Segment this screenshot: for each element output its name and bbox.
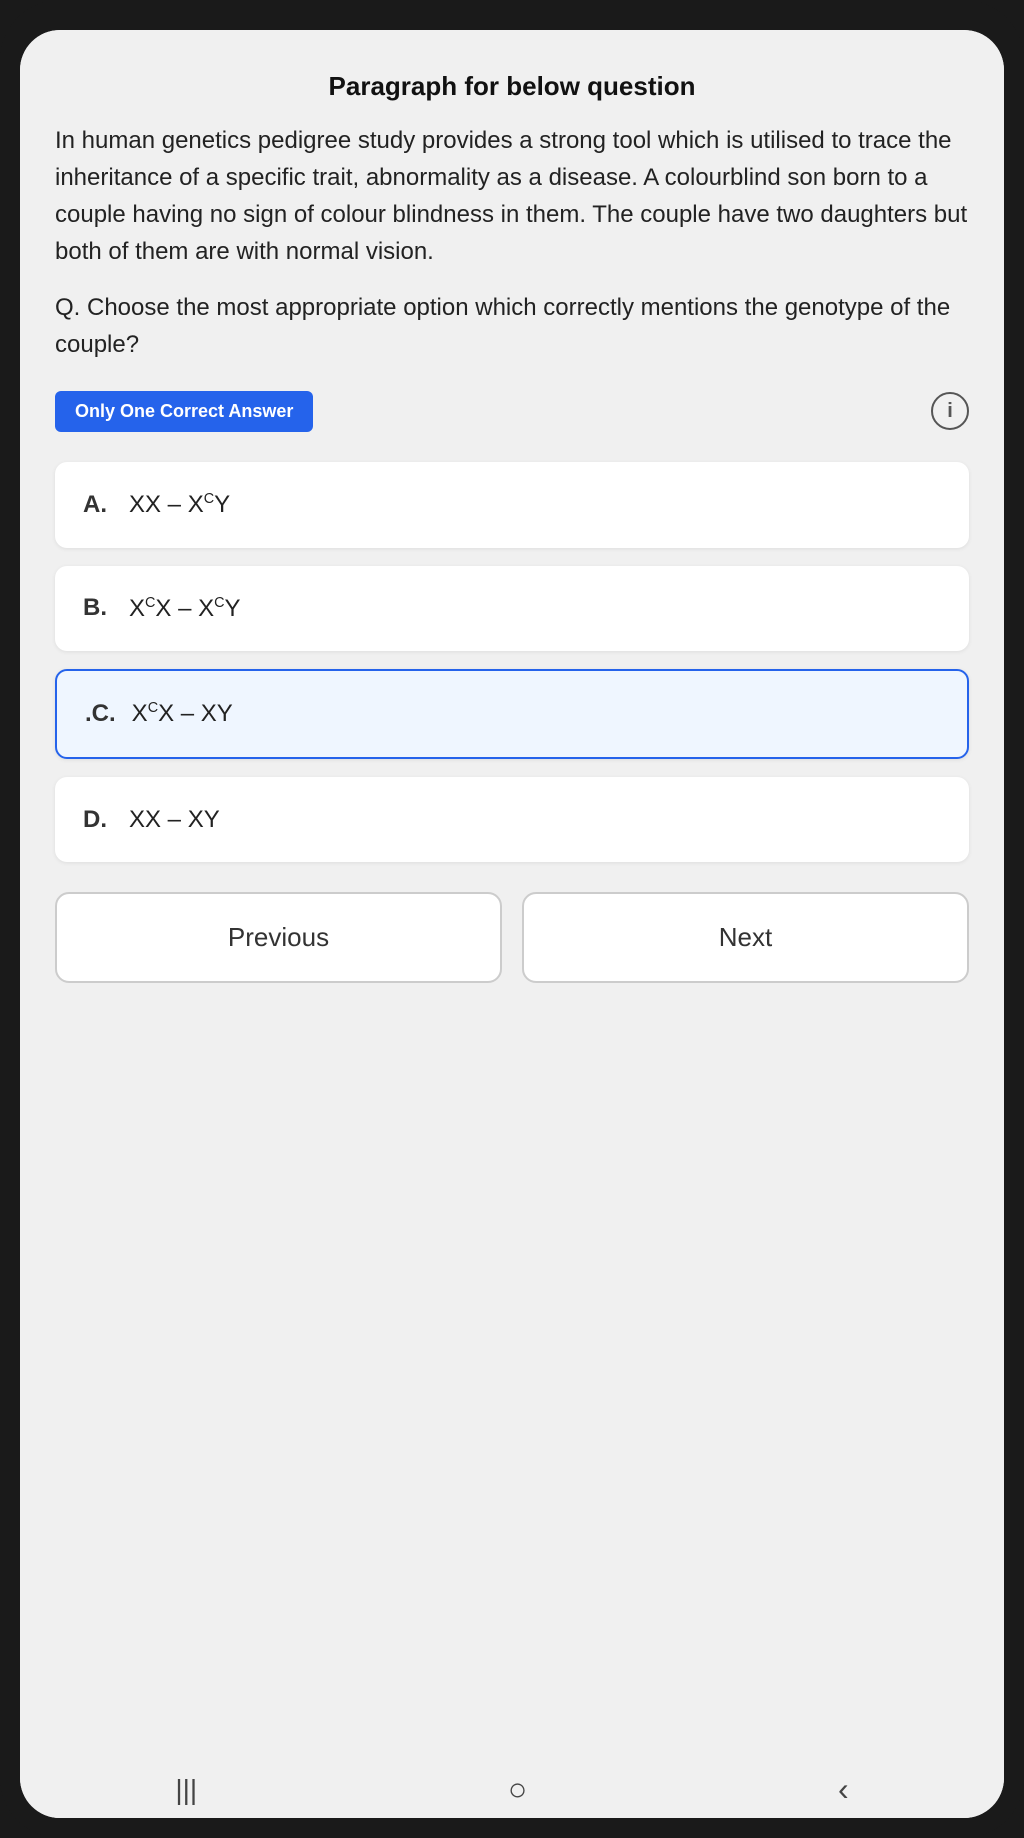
option-c-text: XCX – XY	[132, 697, 233, 731]
back-icon[interactable]: ‹	[838, 1771, 849, 1808]
nav-buttons: Previous Next	[55, 892, 969, 1013]
option-d-text: XX – XY	[129, 803, 220, 837]
option-d-card[interactable]: D. XX – XY	[55, 777, 969, 863]
answer-badge: Only One Correct Answer	[55, 391, 313, 432]
option-a-card[interactable]: A. XX – XCY	[55, 462, 969, 548]
option-b-card[interactable]: B. XCX – XCY	[55, 566, 969, 652]
option-c-label: .C.	[85, 700, 116, 728]
bottom-nav: ||| ○ ‹	[20, 1755, 1004, 1818]
answer-type-row: Only One Correct Answer i	[55, 391, 969, 432]
paragraph-title: Paragraph for below question	[55, 70, 969, 104]
option-c-card[interactable]: .C. XCX – XY	[55, 669, 969, 759]
option-d-label: D.	[83, 806, 113, 834]
option-b-label: B.	[83, 594, 113, 622]
paragraph-body: In human genetics pedigree study provide…	[55, 122, 969, 271]
question-text: Q. Choose the most appropriate option wh…	[55, 289, 969, 363]
content-area: Paragraph for below question In human ge…	[20, 30, 1004, 1755]
info-icon[interactable]: i	[931, 392, 969, 430]
menu-icon[interactable]: |||	[175, 1774, 197, 1806]
next-button[interactable]: Next	[522, 892, 969, 983]
options-container: A. XX – XCY B. XCX – XCY .C. XCX – XY D.…	[55, 462, 969, 862]
home-icon[interactable]: ○	[508, 1771, 527, 1808]
phone-frame: Paragraph for below question In human ge…	[0, 0, 1024, 1838]
screen: Paragraph for below question In human ge…	[20, 30, 1004, 1818]
option-b-text: XCX – XCY	[129, 592, 241, 626]
option-a-label: A.	[83, 491, 113, 519]
previous-button[interactable]: Previous	[55, 892, 502, 983]
option-a-text: XX – XCY	[129, 488, 230, 522]
